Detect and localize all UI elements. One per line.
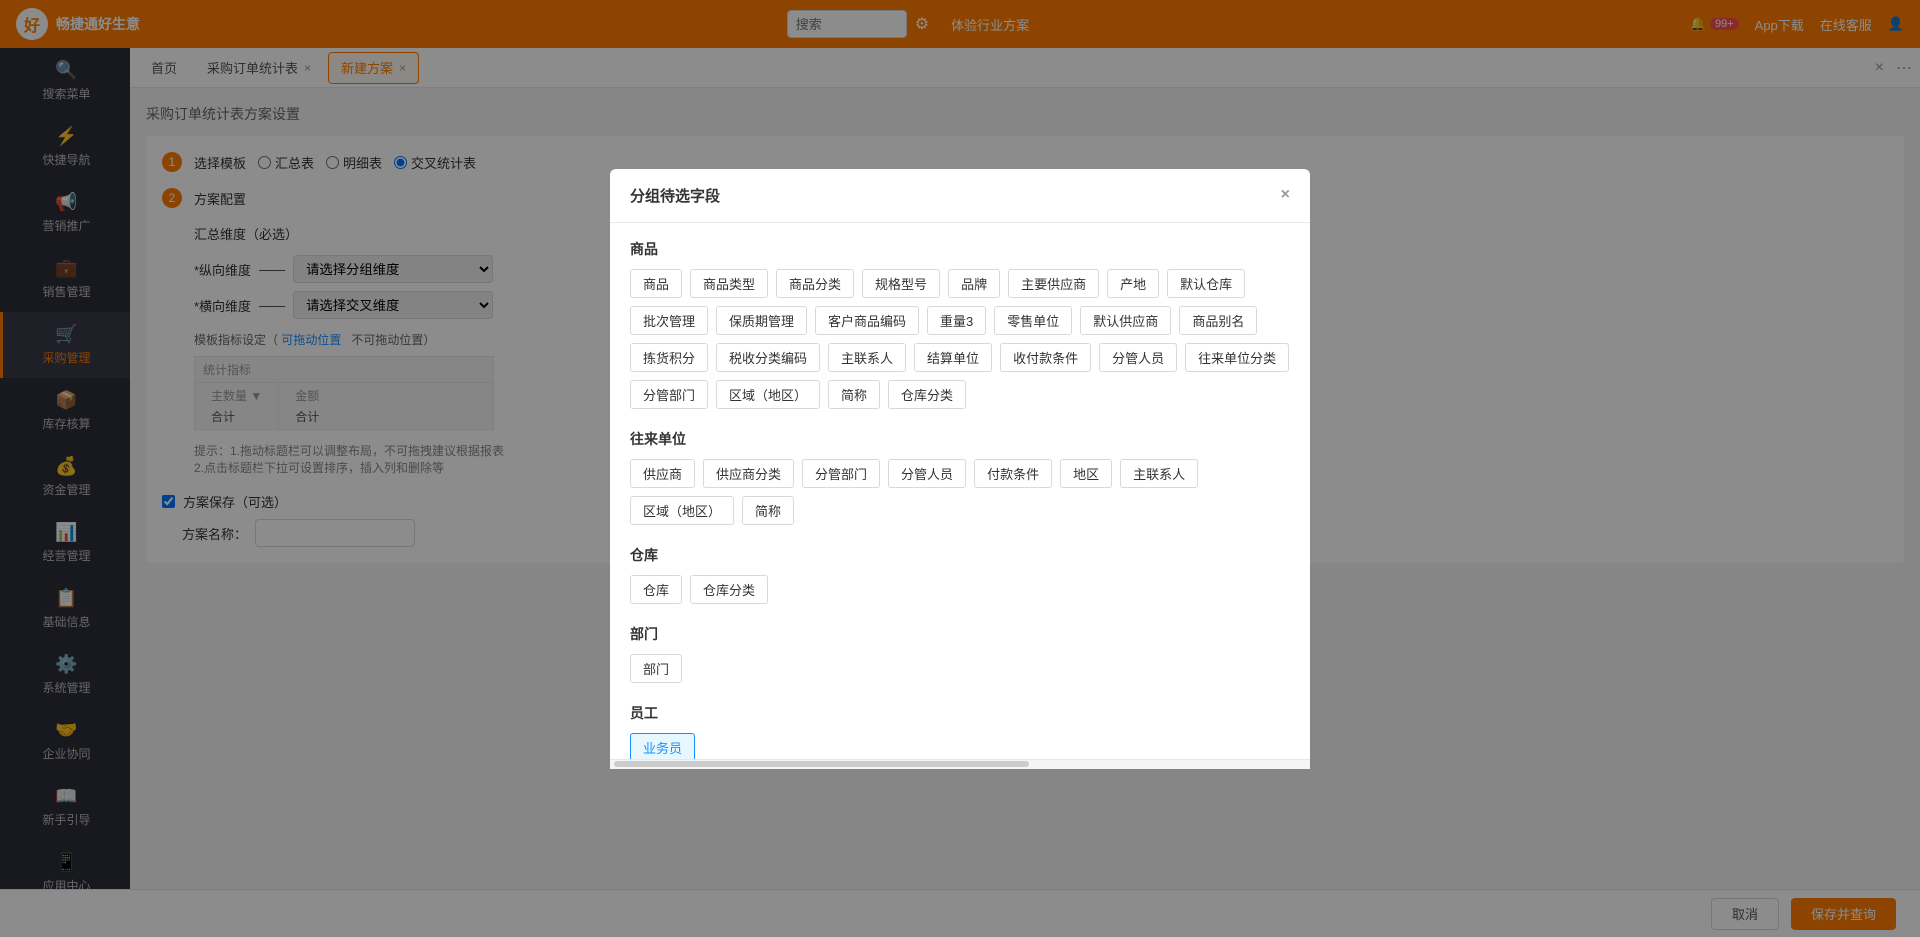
field-tag-tax-code[interactable]: 税收分类编码: [716, 343, 820, 372]
modal-overlay: 分组待选字段 × 商品 商品 商品类型 商品分类 规格型号 品牌 主要供应商 产…: [0, 0, 1920, 937]
section-department: 部门 部门: [630, 624, 1290, 683]
field-tag-payment-condition[interactable]: 付款条件: [974, 459, 1052, 488]
field-tag-brand[interactable]: 品牌: [948, 269, 1000, 298]
field-tag-department[interactable]: 部门: [630, 654, 682, 683]
field-tag-partner-region[interactable]: 区域（地区）: [630, 496, 734, 525]
field-tag-short-name[interactable]: 简称: [828, 380, 880, 409]
modal-header: 分组待选字段 ×: [610, 169, 1310, 223]
field-selection-modal: 分组待选字段 × 商品 商品 商品类型 商品分类 规格型号 品牌 主要供应商 产…: [610, 169, 1310, 769]
field-tag-default-warehouse[interactable]: 默认仓库: [1167, 269, 1245, 298]
product-field-tags: 商品 商品类型 商品分类 规格型号 品牌 主要供应商 产地 默认仓库 批次管理 …: [630, 269, 1290, 409]
modal-horizontal-scrollbar[interactable]: [610, 759, 1310, 769]
field-tag-expiry-mgmt[interactable]: 保质期管理: [716, 306, 807, 335]
field-tag-partner-dept[interactable]: 分管部门: [802, 459, 880, 488]
field-tag-dept[interactable]: 分管部门: [630, 380, 708, 409]
field-tag-supplier-category[interactable]: 供应商分类: [703, 459, 794, 488]
field-tag-salesperson[interactable]: 业务员: [630, 733, 695, 759]
field-tag-region[interactable]: 区域（地区）: [716, 380, 820, 409]
section-warehouse: 仓库 仓库 仓库分类: [630, 545, 1290, 604]
field-tag-manager[interactable]: 分管人员: [1099, 343, 1177, 372]
field-tag-spec-model[interactable]: 规格型号: [862, 269, 940, 298]
field-tag-origin[interactable]: 产地: [1107, 269, 1159, 298]
partner-field-tags: 供应商 供应商分类 分管部门 分管人员 付款条件 地区 主联系人 区域（地区） …: [630, 459, 1290, 525]
employee-field-tags: 业务员: [630, 733, 1290, 759]
warehouse-field-tags: 仓库 仓库分类: [630, 575, 1290, 604]
field-tag-pick-score[interactable]: 拣货积分: [630, 343, 708, 372]
field-tag-settlement-unit[interactable]: 结算单位: [914, 343, 992, 372]
section-department-title: 部门: [630, 624, 1290, 644]
field-tag-product-alias[interactable]: 商品别名: [1179, 306, 1257, 335]
field-tag-warehouse[interactable]: 仓库: [630, 575, 682, 604]
modal-hscroll-thumb: [614, 761, 1029, 767]
modal-close-button[interactable]: ×: [1281, 187, 1290, 203]
modal-body[interactable]: 商品 商品 商品类型 商品分类 规格型号 品牌 主要供应商 产地 默认仓库 批次…: [610, 223, 1310, 759]
field-tag-weight3[interactable]: 重量3: [927, 306, 986, 335]
field-tag-default-supplier[interactable]: 默认供应商: [1080, 306, 1171, 335]
field-tag-partner-contact[interactable]: 主联系人: [1120, 459, 1198, 488]
field-tag-product[interactable]: 商品: [630, 269, 682, 298]
field-tag-warehouse-cat[interactable]: 仓库分类: [690, 575, 768, 604]
field-tag-product-type[interactable]: 商品类型: [690, 269, 768, 298]
section-warehouse-title: 仓库: [630, 545, 1290, 565]
field-tag-payment-terms[interactable]: 收付款条件: [1000, 343, 1091, 372]
section-product-title: 商品: [630, 239, 1290, 259]
section-partner: 往来单位 供应商 供应商分类 分管部门 分管人员 付款条件 地区 主联系人 区域…: [630, 429, 1290, 525]
section-product: 商品 商品 商品类型 商品分类 规格型号 品牌 主要供应商 产地 默认仓库 批次…: [630, 239, 1290, 409]
section-employee-title: 员工: [630, 703, 1290, 723]
modal-title: 分组待选字段: [630, 185, 720, 206]
field-tag-main-supplier[interactable]: 主要供应商: [1008, 269, 1099, 298]
field-tag-product-category[interactable]: 商品分类: [776, 269, 854, 298]
field-tag-partner-category[interactable]: 往来单位分类: [1185, 343, 1289, 372]
field-tag-customer-code[interactable]: 客户商品编码: [815, 306, 919, 335]
field-tag-area[interactable]: 地区: [1060, 459, 1112, 488]
field-tag-retail-unit[interactable]: 零售单位: [994, 306, 1072, 335]
field-tag-warehouse-category[interactable]: 仓库分类: [888, 380, 966, 409]
department-field-tags: 部门: [630, 654, 1290, 683]
field-tag-partner-manager[interactable]: 分管人员: [888, 459, 966, 488]
field-tag-partner-short[interactable]: 简称: [742, 496, 794, 525]
section-partner-title: 往来单位: [630, 429, 1290, 449]
field-tag-main-contact[interactable]: 主联系人: [828, 343, 906, 372]
section-employee: 员工 业务员: [630, 703, 1290, 759]
field-tag-supplier[interactable]: 供应商: [630, 459, 695, 488]
field-tag-batch-mgmt[interactable]: 批次管理: [630, 306, 708, 335]
